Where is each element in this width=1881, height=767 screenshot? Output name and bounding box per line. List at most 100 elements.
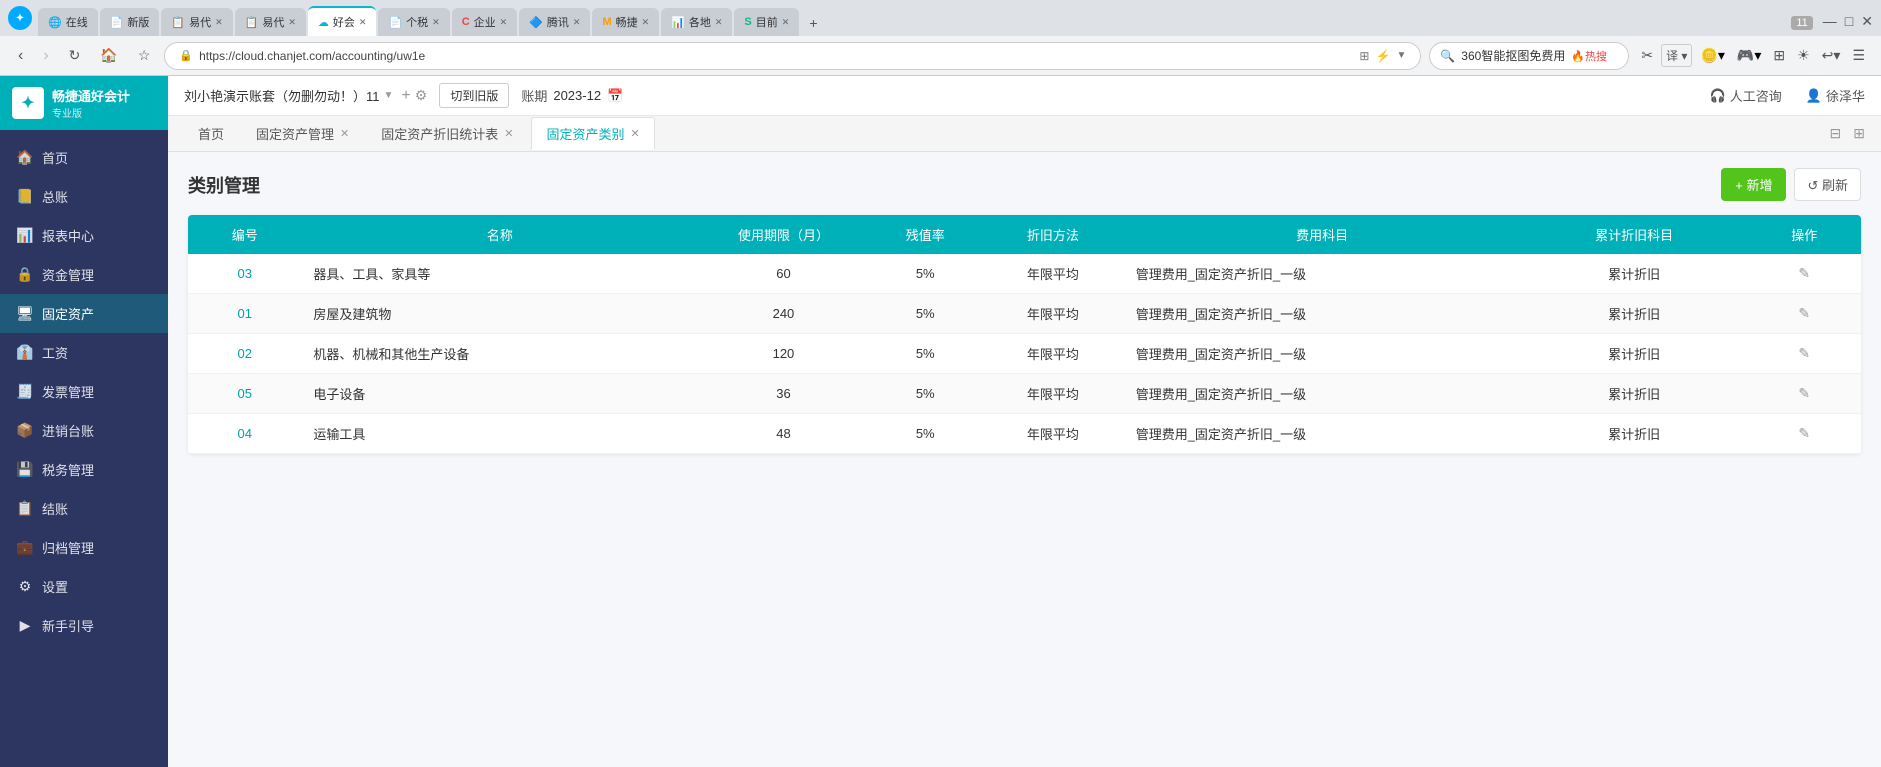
browser-chrome: ✦ 🌐在线 📄新版 📋易代 ✕ 📋易代 ✕ ☁好会 ✕ 📄个税 ✕ C企业 ✕ … xyxy=(0,0,1881,36)
close-icon[interactable]: ✕ xyxy=(642,17,650,28)
add-account-btn[interactable]: + xyxy=(401,87,410,105)
tab-xinban[interactable]: 📄新版 xyxy=(100,8,160,36)
guide-icon: ▶ xyxy=(16,617,34,635)
calendar-icon[interactable]: 📅 xyxy=(607,88,623,104)
cell-method: 年限平均 xyxy=(982,294,1124,334)
period-value: 2023-12 xyxy=(553,88,601,103)
sidebar-item-funds[interactable]: 🔒 资金管理 xyxy=(0,255,168,294)
cell-action: ✎ xyxy=(1748,414,1861,454)
col-header-method: 折旧方法 xyxy=(982,215,1124,254)
tab-asset-category[interactable]: 固定资产类别 ✕ xyxy=(531,117,654,150)
tab-geshui[interactable]: 📄个税 ✕ xyxy=(378,8,449,36)
tab-yidai2[interactable]: 📋易代 ✕ xyxy=(235,8,306,36)
site-info-icon[interactable]: ⊞ xyxy=(1359,49,1369,63)
tab-yidai1[interactable]: 📋易代 ✕ xyxy=(161,8,232,36)
sidebar-item-archive[interactable]: 💼 归档管理 xyxy=(0,528,168,567)
close-tab-icon[interactable]: ✕ xyxy=(504,127,513,140)
sidebar-item-guide[interactable]: ▶ 新手引导 xyxy=(0,606,168,645)
new-tab-button[interactable]: + xyxy=(801,10,825,36)
tab-haohui[interactable]: ☁好会 ✕ xyxy=(308,6,377,36)
close-button[interactable]: ✕ xyxy=(1861,13,1873,30)
close-icon[interactable]: ✕ xyxy=(573,17,581,28)
sidebar-item-tax[interactable]: 💾 税务管理 xyxy=(0,450,168,489)
close-tab-icon[interactable]: ✕ xyxy=(631,127,640,140)
sidebar-item-settings[interactable]: ⚙ 设置 xyxy=(0,567,168,606)
sidebar-item-fixed-assets[interactable]: 🖥 固定资产 xyxy=(0,294,168,333)
sidebar-item-invoice[interactable]: 🧾 发票管理 xyxy=(0,372,168,411)
funds-icon: 🔒 xyxy=(16,266,34,284)
close-icon[interactable]: ✕ xyxy=(782,17,790,28)
cell-months: 60 xyxy=(698,254,868,294)
edit-button[interactable]: ✎ xyxy=(1798,385,1810,401)
add-button[interactable]: + 新增 xyxy=(1721,168,1786,201)
minimize-button[interactable]: — xyxy=(1823,13,1837,30)
sidebar-logo-text: 畅捷通好会计 xyxy=(52,86,130,105)
expand-icon[interactable]: ⊞ xyxy=(1853,125,1865,142)
scissors-icon[interactable]: ✂ xyxy=(1637,45,1657,66)
menu-icon[interactable]: ☰ xyxy=(1848,45,1869,66)
dropdown-arrow[interactable]: ▼ xyxy=(384,90,394,101)
edit-button[interactable]: ✎ xyxy=(1798,265,1810,281)
edit-button[interactable]: ✎ xyxy=(1798,425,1810,441)
cell-action: ✎ xyxy=(1748,374,1861,414)
tab-fixed-assets-mgmt[interactable]: 固定资产管理 ✕ xyxy=(242,118,363,149)
maximize-button[interactable]: □ xyxy=(1845,13,1853,30)
url-bar[interactable]: 🔒 https://cloud.chanjet.com/accounting/u… xyxy=(164,42,1421,70)
sidebar-item-ledger[interactable]: 📒 总账 xyxy=(0,177,168,216)
home-button[interactable]: 🏠 xyxy=(94,45,123,66)
translate-icon[interactable]: 译 ▾ xyxy=(1661,44,1692,67)
close-icon[interactable]: ✕ xyxy=(500,17,508,28)
edit-button[interactable]: ✎ xyxy=(1798,345,1810,361)
data-table: 编号 名称 使用期限（月） 残值率 折旧方法 费用科目 累计折旧科目 操作 03… xyxy=(188,215,1861,454)
cell-accumulated: 累计折旧 xyxy=(1521,334,1748,374)
cell-months: 240 xyxy=(698,294,868,334)
sidebar-item-reports[interactable]: 📊 报表中心 xyxy=(0,216,168,255)
tab-tencent[interactable]: 🔷腾讯 ✕ xyxy=(519,8,590,36)
brightness-icon[interactable]: ☀ xyxy=(1793,45,1814,66)
tab-zaixian[interactable]: 🌐在线 xyxy=(38,8,98,36)
undo-icon[interactable]: ↩▾ xyxy=(1818,45,1845,66)
service-btn[interactable]: 🎧 人工咨询 xyxy=(1710,86,1782,105)
sidebar: ✦ 畅捷通好会计 专业版 🏠 首页 📒 总账 📊 报表中心 🔒 资金管理 xyxy=(0,76,168,767)
search-bar[interactable]: 🔍 360智能抠图免费用 🔥热搜 xyxy=(1429,42,1629,70)
dropdown-icon[interactable]: ▼ xyxy=(1396,50,1406,61)
sidebar-item-inventory[interactable]: 📦 进销台账 xyxy=(0,411,168,450)
close-icon[interactable]: ✕ xyxy=(359,17,367,28)
tab-qiye[interactable]: C企业 ✕ xyxy=(452,8,518,36)
close-icon[interactable]: ✕ xyxy=(215,17,223,28)
switch-version-button[interactable]: 切到旧版 xyxy=(439,83,509,108)
cell-residual: 5% xyxy=(869,414,982,454)
assets-icon: 🖥 xyxy=(16,305,34,323)
tab-muqian[interactable]: S目前 ✕ xyxy=(734,8,799,36)
sidebar-item-closing[interactable]: 📋 结账 xyxy=(0,489,168,528)
refresh-button[interactable]: ↺ 刷新 xyxy=(1794,168,1861,201)
coin-icon[interactable]: 🪙▾ xyxy=(1696,45,1728,66)
sidebar-item-payroll[interactable]: 👔 工资 xyxy=(0,333,168,372)
forward-button[interactable]: › xyxy=(37,45,54,67)
settings-btn[interactable]: ⚙ xyxy=(415,87,428,104)
user-avatar[interactable]: 👤 徐泽华 xyxy=(1806,86,1865,105)
table-row: 01房屋及建筑物2405%年限平均管理费用_固定资产折旧_一级累计折旧✎ xyxy=(188,294,1861,334)
collapse-icon[interactable]: ⊟ xyxy=(1830,125,1842,142)
sidebar-item-home[interactable]: 🏠 首页 xyxy=(0,138,168,177)
col-header-months: 使用期限（月） xyxy=(698,215,868,254)
content-area: 类别管理 + 新增 ↺ 刷新 编号 名称 使用期限（月） 残值率 折旧方法 费用… xyxy=(168,152,1881,767)
close-tab-icon[interactable]: ✕ xyxy=(340,127,349,140)
table-row: 05电子设备365%年限平均管理费用_固定资产折旧_一级累计折旧✎ xyxy=(188,374,1861,414)
window-controls: — □ ✕ xyxy=(1823,13,1873,30)
back-button[interactable]: ‹ xyxy=(12,45,29,67)
tab-gedi[interactable]: 📊各地 ✕ xyxy=(661,8,732,36)
tab-home[interactable]: 首页 xyxy=(184,118,238,149)
close-icon[interactable]: ✕ xyxy=(288,17,296,28)
game-icon[interactable]: 🎮▾ xyxy=(1733,45,1765,66)
reload-button[interactable]: ↻ xyxy=(63,45,87,66)
grid-icon[interactable]: ⊞ xyxy=(1769,45,1789,66)
cell-id: 01 xyxy=(188,294,301,334)
edit-button[interactable]: ✎ xyxy=(1798,305,1810,321)
bookmark-button[interactable]: ☆ xyxy=(132,45,157,66)
tab-changjie[interactable]: M畅捷 ✕ xyxy=(592,8,659,36)
close-icon[interactable]: ✕ xyxy=(715,17,723,28)
payroll-icon: 👔 xyxy=(16,344,34,362)
tab-depreciation-table[interactable]: 固定资产折旧统计表 ✕ xyxy=(367,118,527,149)
close-icon[interactable]: ✕ xyxy=(432,17,440,28)
